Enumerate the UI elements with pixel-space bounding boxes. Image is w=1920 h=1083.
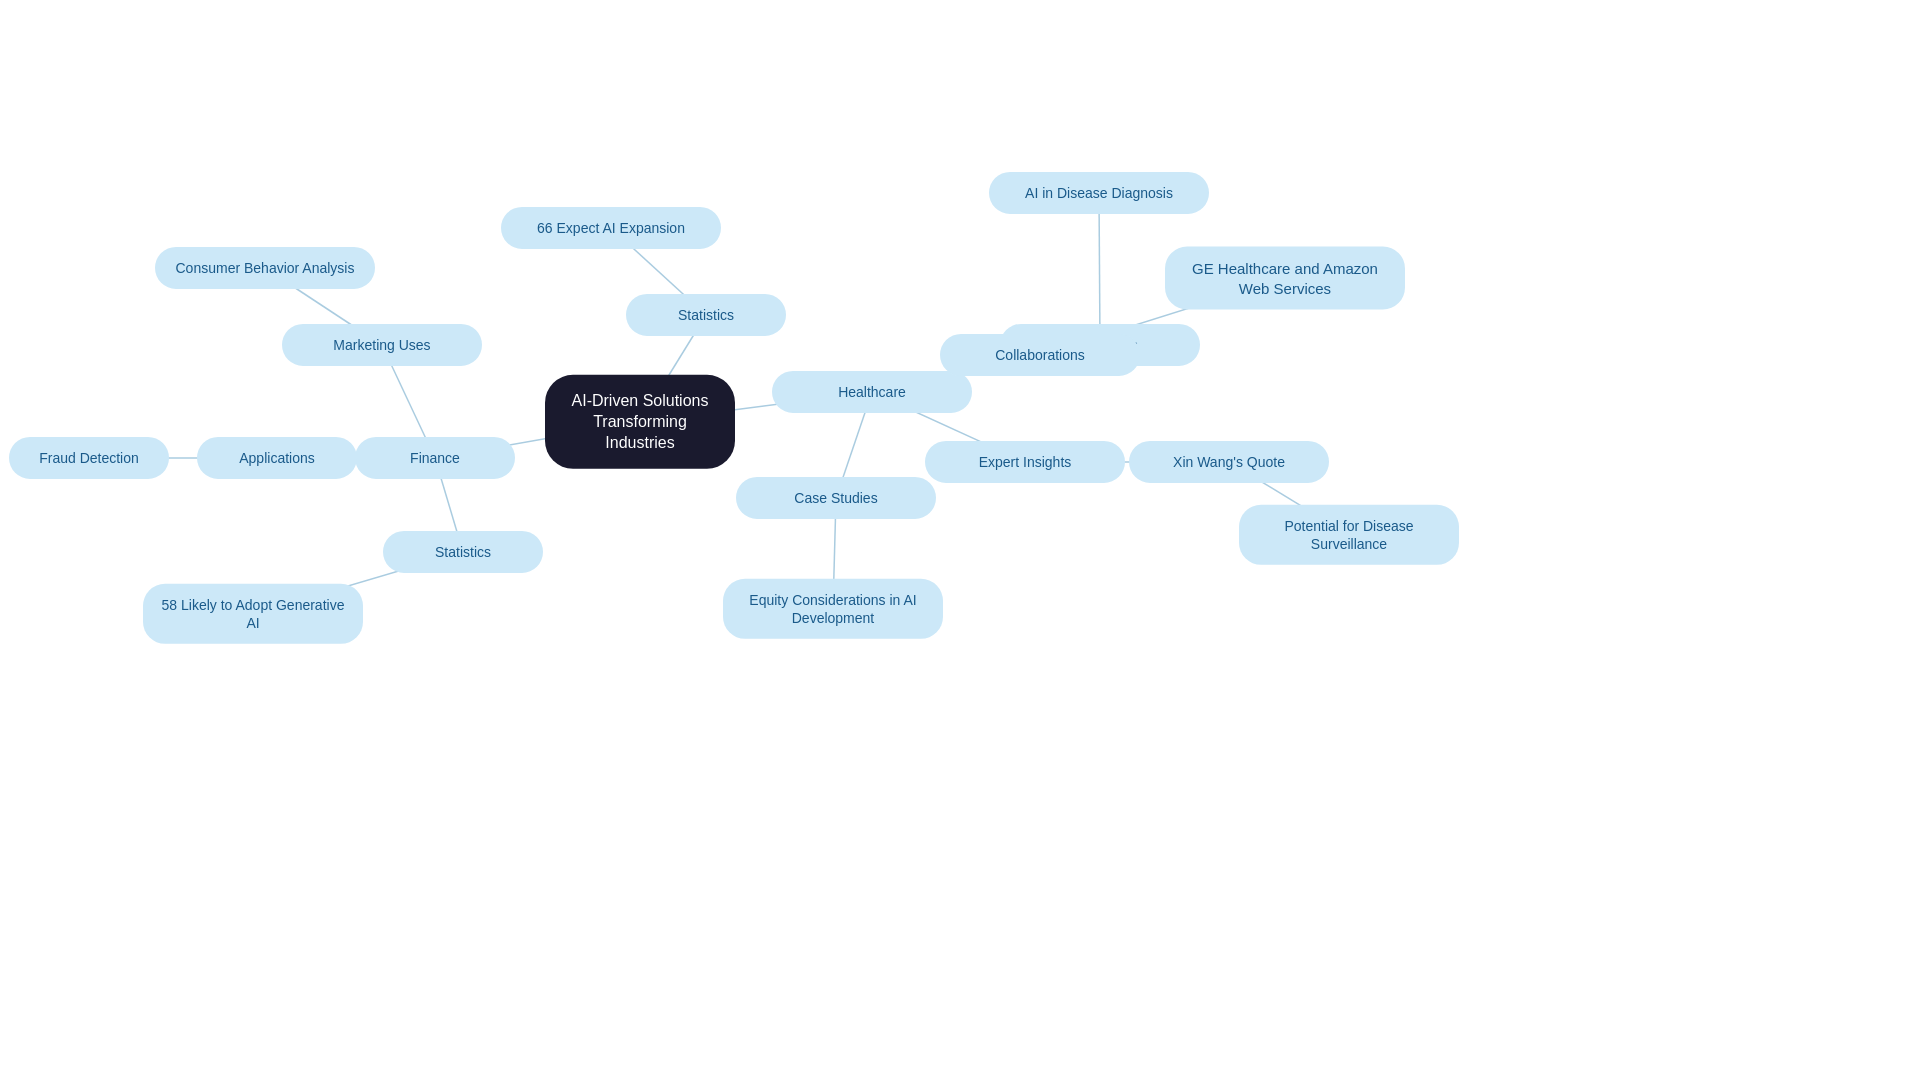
connection-lines — [0, 0, 1920, 1083]
node-disease-surveillance[interactable]: Potential for Disease Surveillance — [1239, 505, 1459, 565]
node-center[interactable]: AI-Driven Solutions Transforming Industr… — [545, 375, 735, 469]
node-marketing-uses[interactable]: Marketing Uses — [282, 324, 482, 366]
svg-line-11 — [1099, 193, 1100, 345]
node-ai-disease[interactable]: AI in Disease Diagnosis — [989, 172, 1209, 214]
node-likely-adopt[interactable]: 58 Likely to Adopt Generative AI — [143, 584, 363, 644]
mindmap-canvas: AI-Driven Solutions Transforming Industr… — [0, 0, 1920, 1083]
node-healthcare[interactable]: Healthcare — [772, 371, 972, 413]
node-statistics-finance[interactable]: Statistics — [383, 531, 543, 573]
node-ge-healthcare[interactable]: GE Healthcare and Amazon Web Services — [1165, 247, 1405, 310]
node-expect-expansion[interactable]: 66 Expect AI Expansion — [501, 207, 721, 249]
node-xin-wang[interactable]: Xin Wang's Quote — [1129, 441, 1329, 483]
node-finance[interactable]: Finance — [355, 437, 515, 479]
node-fraud-detection[interactable]: Fraud Detection — [9, 437, 169, 479]
node-collaborations[interactable]: Collaborations — [940, 334, 1140, 376]
node-statistics-main[interactable]: Statistics — [626, 294, 786, 336]
node-case-studies[interactable]: Case Studies — [736, 477, 936, 519]
node-consumer-behavior[interactable]: Consumer Behavior Analysis — [155, 247, 375, 289]
node-expert-insights[interactable]: Expert Insights — [925, 441, 1125, 483]
node-equity[interactable]: Equity Considerations in AI Development — [723, 579, 943, 639]
node-applications-finance[interactable]: Applications — [197, 437, 357, 479]
